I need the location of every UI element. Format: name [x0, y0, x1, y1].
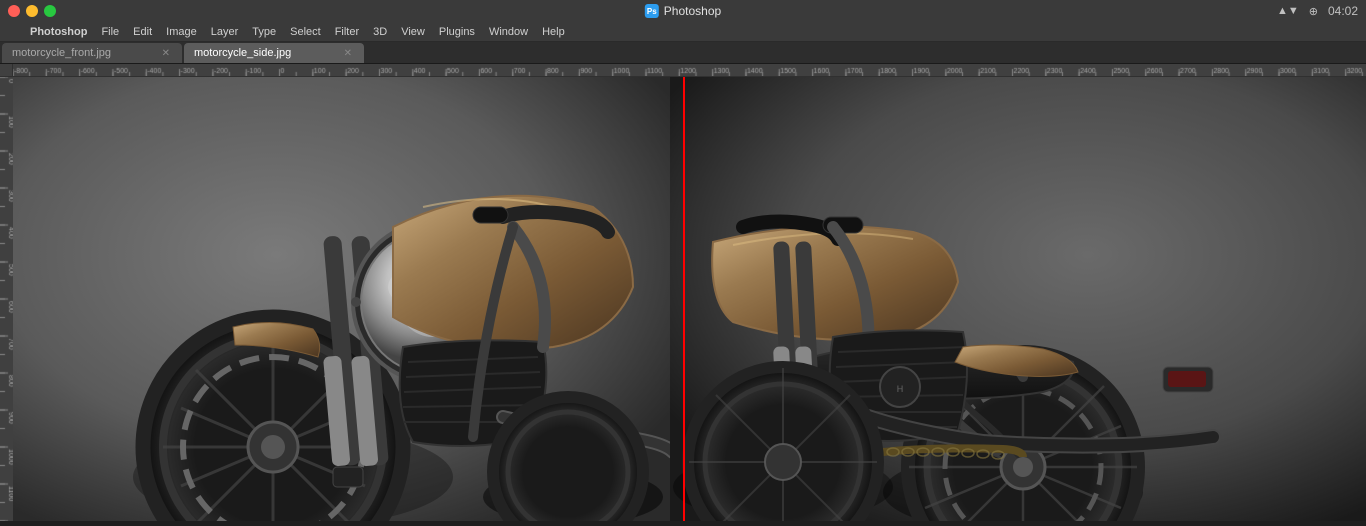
menu-window[interactable]: Window [483, 22, 534, 41]
wifi-icon: ▲▼ [1277, 5, 1299, 17]
control-center-icon: ⊕ [1309, 5, 1318, 18]
menu-layer[interactable]: Layer [205, 22, 245, 41]
tabsbar: motorcycle_front.jpg ✕ motorcycle_side.j… [0, 42, 1366, 64]
tab-2-close[interactable]: ✕ [344, 48, 352, 59]
ruler-horizontal [13, 64, 1366, 77]
tab-1[interactable]: motorcycle_front.jpg ✕ [2, 43, 182, 63]
menu-type[interactable]: Type [246, 22, 282, 41]
minimize-button[interactable] [26, 5, 38, 17]
tab-2[interactable]: motorcycle_side.jpg ✕ [184, 43, 364, 63]
menu-filter[interactable]: Filter [329, 22, 365, 41]
traffic-lights [8, 5, 56, 17]
ruler-vertical [0, 77, 13, 521]
tab-2-label: motorcycle_side.jpg [194, 47, 291, 59]
ruler-v-canvas [0, 77, 13, 521]
titlebar: Ps Photoshop ▲▼ ⊕ 04:02 [0, 0, 1366, 22]
titlebar-app-name: Ps Photoshop [645, 4, 721, 18]
app-name-label: Photoshop [664, 4, 721, 18]
menu-help[interactable]: Help [536, 22, 571, 41]
menu-plugins[interactable]: Plugins [433, 22, 481, 41]
menu-select[interactable]: Select [284, 22, 327, 41]
guide-line[interactable] [683, 77, 685, 521]
menu-image[interactable]: Image [160, 22, 203, 41]
menu-edit[interactable]: Edit [127, 22, 158, 41]
photoshop-icon: Ps [645, 4, 659, 18]
titlebar-right: ▲▼ ⊕ 04:02 [1277, 4, 1358, 18]
menu-photoshop[interactable]: Photoshop [24, 22, 93, 41]
tab-1-close[interactable]: ✕ [162, 48, 170, 59]
menu-apple[interactable] [6, 22, 22, 41]
close-button[interactable] [8, 5, 20, 17]
clock: 04:02 [1328, 4, 1358, 18]
menubar: Photoshop File Edit Image Layer Type Sel… [0, 22, 1366, 42]
tab-1-label: motorcycle_front.jpg [12, 47, 111, 59]
maximize-button[interactable] [44, 5, 56, 17]
svg-text:H: H [897, 384, 904, 394]
ps-icon-label: Ps [647, 7, 657, 16]
ruler-h-canvas [13, 64, 1366, 77]
menu-view[interactable]: View [395, 22, 431, 41]
menu-3d[interactable]: 3D [367, 22, 393, 41]
menu-file[interactable]: File [95, 22, 125, 41]
canvas-area: H [13, 77, 1366, 521]
canvas-image: H [13, 77, 1366, 521]
ruler-corner [0, 64, 13, 77]
